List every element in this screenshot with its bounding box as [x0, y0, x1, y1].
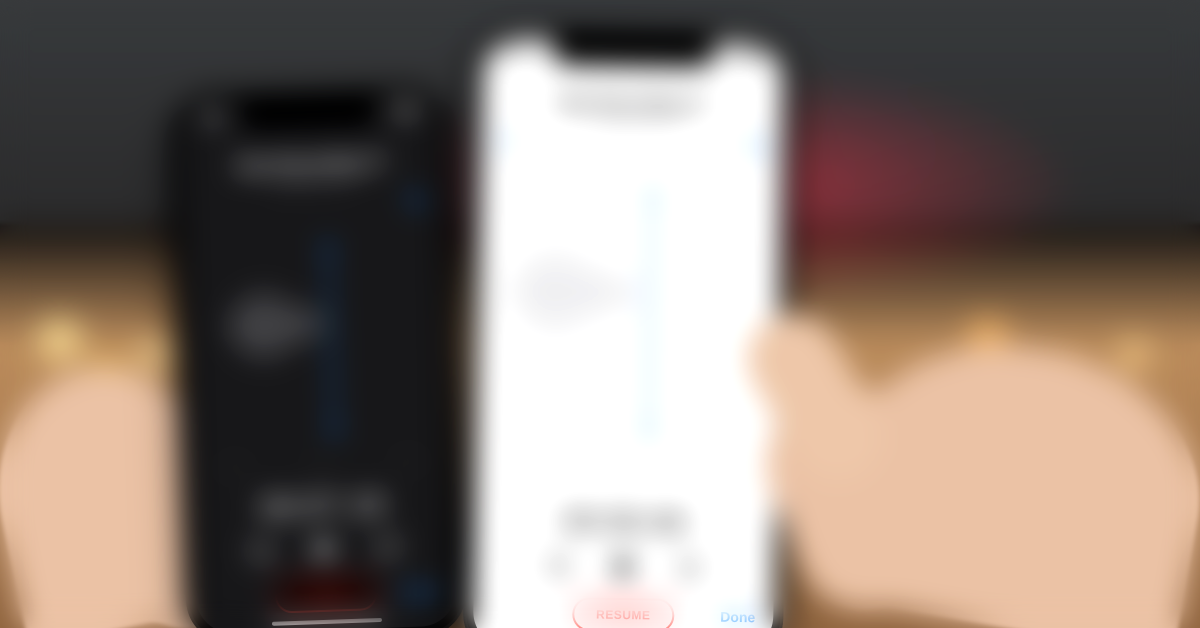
wifi-icon — [727, 50, 741, 60]
battery-icon — [401, 104, 421, 115]
playback-controls: 15 15 — [545, 549, 704, 586]
waveform — [478, 224, 780, 363]
done-button[interactable]: Done — [403, 583, 439, 600]
notch — [552, 39, 714, 68]
signal-icon — [709, 49, 723, 59]
photo-scene: 12:57 New Recording 17 12:56 AM 00:07 — [0, 0, 1200, 628]
right-hand — [818, 319, 1200, 628]
status-time: 12:57 — [501, 44, 532, 59]
svg-text:15: 15 — [383, 545, 391, 552]
recording-title: New Recording 17 — [558, 93, 706, 116]
voice-memos-app: New Recording 17 12:56 AM 00:07 — [179, 96, 457, 628]
wifi-icon — [383, 105, 397, 115]
right-thumb — [731, 298, 899, 499]
voice-memos-app: New Recording 17 12:56 AM 00:07 — [473, 37, 784, 628]
done-button[interactable]: Done — [720, 609, 755, 626]
timecode: 00:06.90 — [562, 505, 687, 541]
recording-subtitle: 12:56 AM 00:07 — [271, 175, 352, 190]
waveform-area[interactable]: 00:0600:0700:08 — [475, 163, 781, 502]
share-button[interactable] — [497, 132, 517, 157]
svg-text:15: 15 — [555, 562, 564, 571]
status-icons — [383, 102, 421, 117]
skip-forward-button[interactable]: 15 — [675, 554, 703, 582]
recording-subtitle: 12:56 AM 00:07 — [592, 115, 672, 128]
trim-icon[interactable] — [406, 190, 427, 216]
left-hand — [0, 348, 245, 628]
home-indicator[interactable] — [272, 618, 382, 626]
skip-back-button[interactable]: 15 — [545, 552, 573, 580]
screen: 12:57 New Recording 17 12:56 AM 00:07 — [179, 96, 457, 628]
trim-icon[interactable] — [745, 136, 765, 161]
waveform — [185, 268, 448, 380]
playback-controls: 15 15 — [247, 531, 402, 566]
notch — [239, 98, 380, 129]
timecode: 00:07.16 — [260, 488, 386, 526]
resume-button[interactable]: RESUME — [572, 597, 675, 628]
playhead[interactable] — [647, 193, 653, 433]
skip-back-button[interactable]: 15 — [247, 537, 276, 566]
svg-text:15: 15 — [685, 564, 694, 573]
play-button[interactable] — [607, 550, 642, 585]
waveform-area[interactable]: 00:0600:0700:08 — [183, 222, 452, 489]
status-icons — [709, 47, 765, 62]
playhead[interactable] — [327, 246, 335, 432]
right-hand — [745, 366, 976, 628]
iphone-light: 12:57 New Recording 17 12:56 AM 00:07 — [463, 27, 794, 628]
left-hand — [96, 431, 285, 628]
skip-forward-button[interactable]: 15 — [373, 532, 402, 561]
resume-button[interactable]: RESUME — [274, 576, 377, 614]
iphone-dark: 12:57 New Recording 17 12:56 AM 00:07 — [168, 85, 467, 628]
time-ruler: 00:0600:0700:08 — [476, 468, 776, 482]
status-bar: 12:57 — [179, 102, 439, 125]
battery-icon — [745, 50, 765, 60]
status-bar: 12:57 — [483, 43, 783, 62]
recording-title: New Recording 17 — [237, 152, 385, 177]
screen: 12:57 New Recording 17 12:56 AM 00:07 — [473, 37, 784, 628]
status-time: 12:57 — [197, 109, 228, 124]
play-button[interactable] — [309, 533, 340, 564]
time-ruler: 00:0600:0700:08 — [191, 455, 451, 473]
svg-text:15: 15 — [257, 549, 265, 556]
